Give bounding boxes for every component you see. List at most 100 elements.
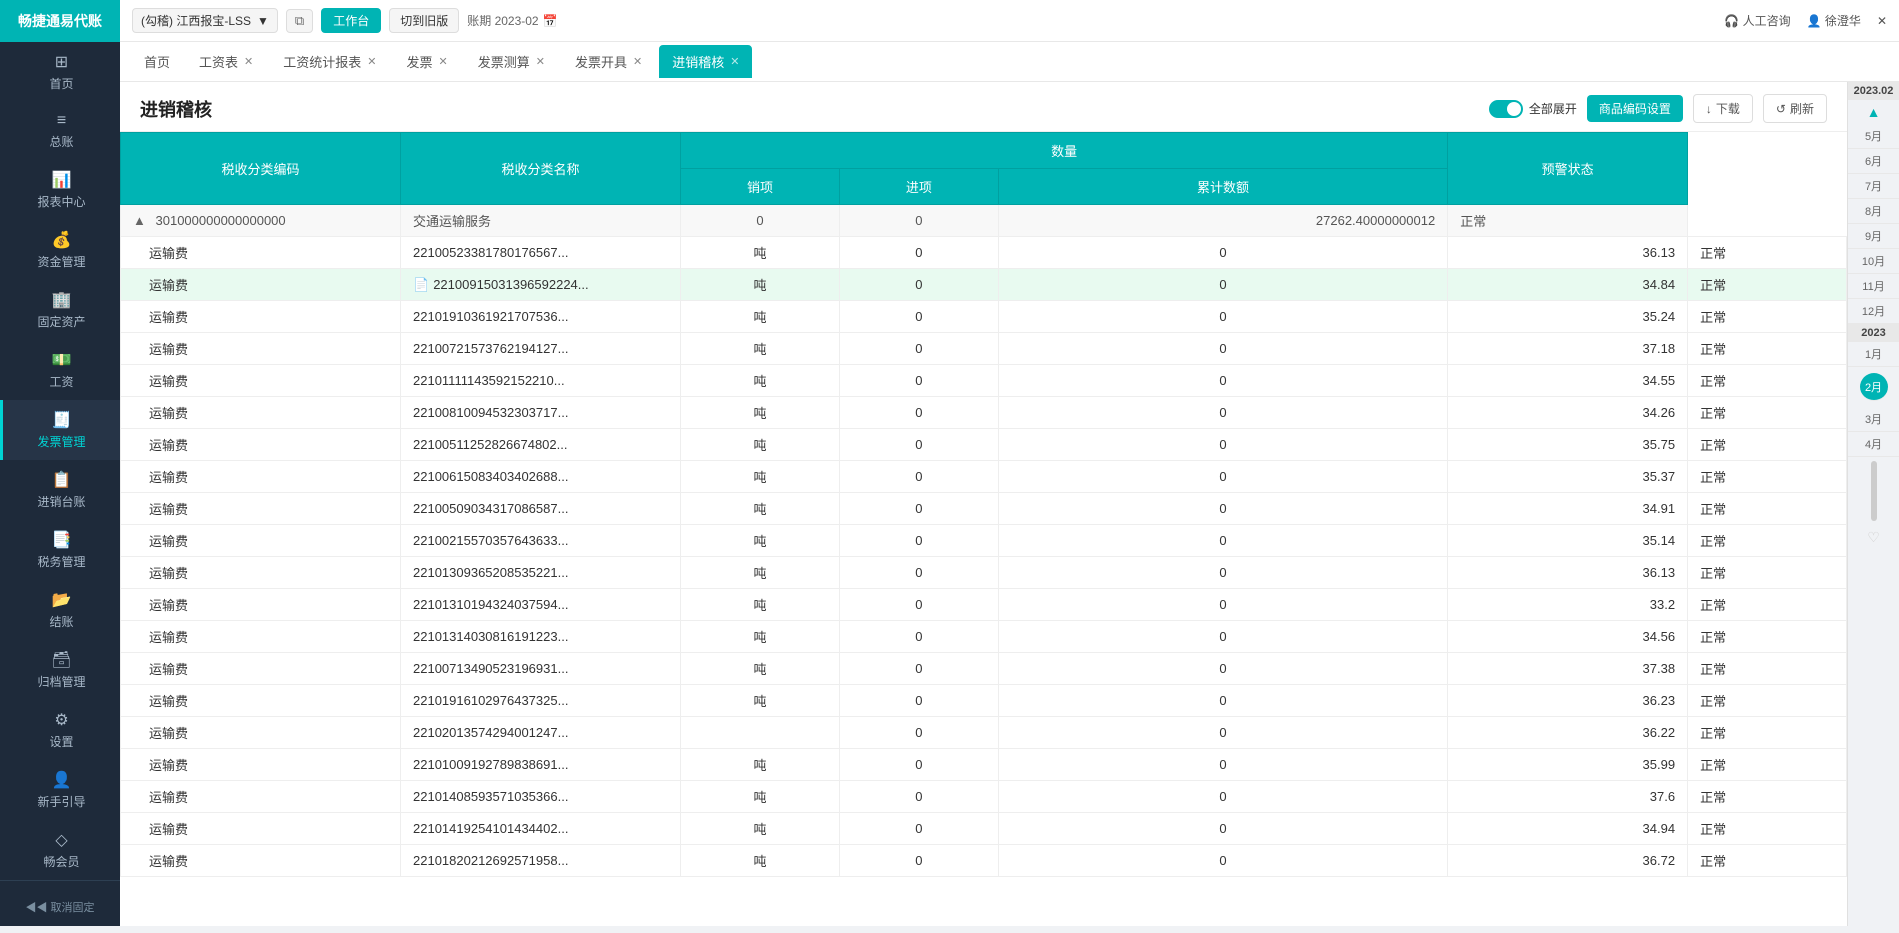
row-flag: 吨 <box>681 525 840 557</box>
sidebar-item-assets[interactable]: 🏢 固定资产 <box>0 280 120 340</box>
row-sales: 0 <box>839 525 998 557</box>
refresh-btn[interactable]: ↺ 刷新 <box>1763 94 1827 123</box>
refresh-icon: ↺ <box>1776 102 1786 116</box>
support-link[interactable]: 🎧 人工咨询 <box>1724 12 1790 29</box>
cal-month-4[interactable]: 4月 <box>1848 432 1899 457</box>
content-main: 进销稽核 全部展开 商品编码设置 ↓ 下载 ↺ 刷新 <box>120 82 1847 926</box>
switch-version-button[interactable]: 切到旧版 <box>389 8 459 33</box>
row-purchase: 0 <box>998 717 1447 749</box>
product-code-btn[interactable]: 商品编码设置 <box>1587 95 1683 122</box>
expand-icon[interactable]: ▲ <box>133 213 146 228</box>
workbench-button[interactable]: 工作台 <box>321 8 381 33</box>
row-sales: 0 <box>839 717 998 749</box>
row-cumulative: 36.13 <box>1448 237 1688 269</box>
sidebar-item-tax[interactable]: 📑 税务管理 <box>0 520 120 580</box>
sidebar-item-guide[interactable]: 👤 新手引导 <box>0 760 120 820</box>
row-status: 正常 <box>1688 493 1847 525</box>
cal-up-nav[interactable]: ▲ <box>1848 100 1899 124</box>
copy-button[interactable]: ⧉ <box>286 9 313 33</box>
row-purchase: 0 <box>998 557 1447 589</box>
row-cumulative: 35.99 <box>1448 749 1688 781</box>
tab-salary[interactable]: 工资表 ✕ <box>186 45 266 78</box>
row-name: 运输费 <box>121 525 401 557</box>
pin-toggle[interactable]: ◀◀ 取消固定 <box>0 891 120 923</box>
period-label: 账期 2023-02 📅 <box>467 12 557 29</box>
tab-close-icon[interactable]: ✕ <box>633 55 642 68</box>
sidebar-item-settings[interactable]: ⚙ 设置 <box>0 700 120 760</box>
table-row: 运输费 📄22100915031396592224... 吨 0 0 34.84… <box>121 269 1847 301</box>
sidebar-item-member[interactable]: ◇ 畅会员 <box>0 820 120 880</box>
tab-invoice-calc[interactable]: 发票测算 ✕ <box>465 45 558 78</box>
row-flag: 吨 <box>681 397 840 429</box>
tab-home[interactable]: 首页 <box>132 46 182 77</box>
row-purchase: 0 <box>998 813 1447 845</box>
table-row: 运输费 22100511252826674802... 吨 0 0 35.75 … <box>121 429 1847 461</box>
tab-invoice-open[interactable]: 发票开具 ✕ <box>562 45 655 78</box>
funds-icon: 💰 <box>52 230 72 250</box>
cal-month-2-active[interactable]: 2月 <box>1860 373 1888 401</box>
row-sales: 0 <box>839 237 998 269</box>
download-btn[interactable]: ↓ 下载 <box>1693 94 1753 123</box>
sidebar-item-funds[interactable]: 💰 资金管理 <box>0 220 120 280</box>
table-header-row: 税收分类编码 税收分类名称 数量 预警状态 <box>121 133 1847 169</box>
row-code: 22101009192789838691... <box>401 749 681 781</box>
cal-month-10[interactable]: 10月 <box>1848 249 1899 274</box>
refresh-label: 刷新 <box>1790 100 1814 117</box>
tab-invoice[interactable]: 发票 ✕ <box>393 45 460 78</box>
pin-label: ◀◀ 取消固定 <box>25 899 94 915</box>
sidebar-item-label: 设置 <box>49 733 73 750</box>
cal-month-3[interactable]: 3月 <box>1848 407 1899 432</box>
chevron-down-icon: ▼ <box>257 14 269 28</box>
cal-month-1[interactable]: 1月 <box>1848 342 1899 367</box>
sidebar-item-payroll[interactable]: 💵 工资 <box>0 340 120 400</box>
row-flag <box>681 717 840 749</box>
calendar-icon[interactable]: 📅 <box>543 14 558 28</box>
cal-month-11[interactable]: 11月 <box>1848 274 1899 299</box>
user-menu[interactable]: 👤 徐澄华 <box>1807 12 1861 29</box>
tab-purchase-sale[interactable]: 进销稽核 ✕ <box>659 45 752 78</box>
row-status: 正常 <box>1688 557 1847 589</box>
sidebar-item-settlement[interactable]: 📂 结账 <box>0 580 120 640</box>
tab-salary-report[interactable]: 工资统计报表 ✕ <box>270 45 389 78</box>
sidebar-item-sales-ledger[interactable]: 📋 进销台账 <box>0 460 120 520</box>
group-purchase: 0 <box>839 205 998 237</box>
tab-close-icon[interactable]: ✕ <box>730 55 739 68</box>
sidebar-item-label: 报表中心 <box>37 193 85 210</box>
cal-month-6[interactable]: 6月 <box>1848 149 1899 174</box>
row-flag: 吨 <box>681 781 840 813</box>
sidebar: 畅捷通易代账 ⊞ 首页 ≡ 总账 📊 报表中心 💰 资金管理 🏢 固定资产 💵 … <box>0 0 120 926</box>
cal-month-8[interactable]: 8月 <box>1848 199 1899 224</box>
row-cumulative: 36.23 <box>1448 685 1688 717</box>
cal-month-9[interactable]: 9月 <box>1848 224 1899 249</box>
expand-toggle[interactable]: 全部展开 <box>1489 100 1577 118</box>
row-purchase: 0 <box>998 237 1447 269</box>
row-sales: 0 <box>839 749 998 781</box>
col-cumulative: 累计数额 <box>998 169 1447 205</box>
row-name: 运输费 <box>121 429 401 461</box>
sidebar-item-ledger[interactable]: ≡ 总账 <box>0 102 120 160</box>
row-sales: 0 <box>839 365 998 397</box>
row-status: 正常 <box>1688 653 1847 685</box>
close-icon[interactable]: ✕ <box>1877 14 1887 28</box>
sidebar-item-reports[interactable]: 📊 报表中心 <box>0 160 120 220</box>
toggle-switch[interactable] <box>1489 100 1523 118</box>
tab-close-icon[interactable]: ✕ <box>439 55 448 68</box>
row-status: 正常 <box>1688 717 1847 749</box>
row-cumulative: 34.84 <box>1448 269 1688 301</box>
row-flag: 吨 <box>681 557 840 589</box>
sidebar-item-archive[interactable]: 🗃 归档管理 <box>0 640 120 700</box>
cal-month-12[interactable]: 12月 <box>1848 299 1899 324</box>
tab-close-icon[interactable]: ✕ <box>536 55 545 68</box>
group-sales: 0 <box>681 205 840 237</box>
company-selector[interactable]: (勾稽) 江西报宝-LSS ▼ <box>132 8 278 33</box>
tab-close-icon[interactable]: ✕ <box>244 55 253 68</box>
tab-close-icon[interactable]: ✕ <box>367 55 376 68</box>
table-row: 运输费 22100810094532303717... 吨 0 0 34.26 … <box>121 397 1847 429</box>
sidebar-item-invoice-mgmt[interactable]: 🧾 发票管理 <box>0 400 120 460</box>
row-name: 运输费 <box>121 653 401 685</box>
sidebar-bottom: ◀◀ 取消固定 <box>0 880 120 933</box>
cal-month-7[interactable]: 7月 <box>1848 174 1899 199</box>
cal-month-5[interactable]: 5月 <box>1848 124 1899 149</box>
row-cumulative: 36.22 <box>1448 717 1688 749</box>
sidebar-item-home[interactable]: ⊞ 首页 <box>0 42 120 102</box>
